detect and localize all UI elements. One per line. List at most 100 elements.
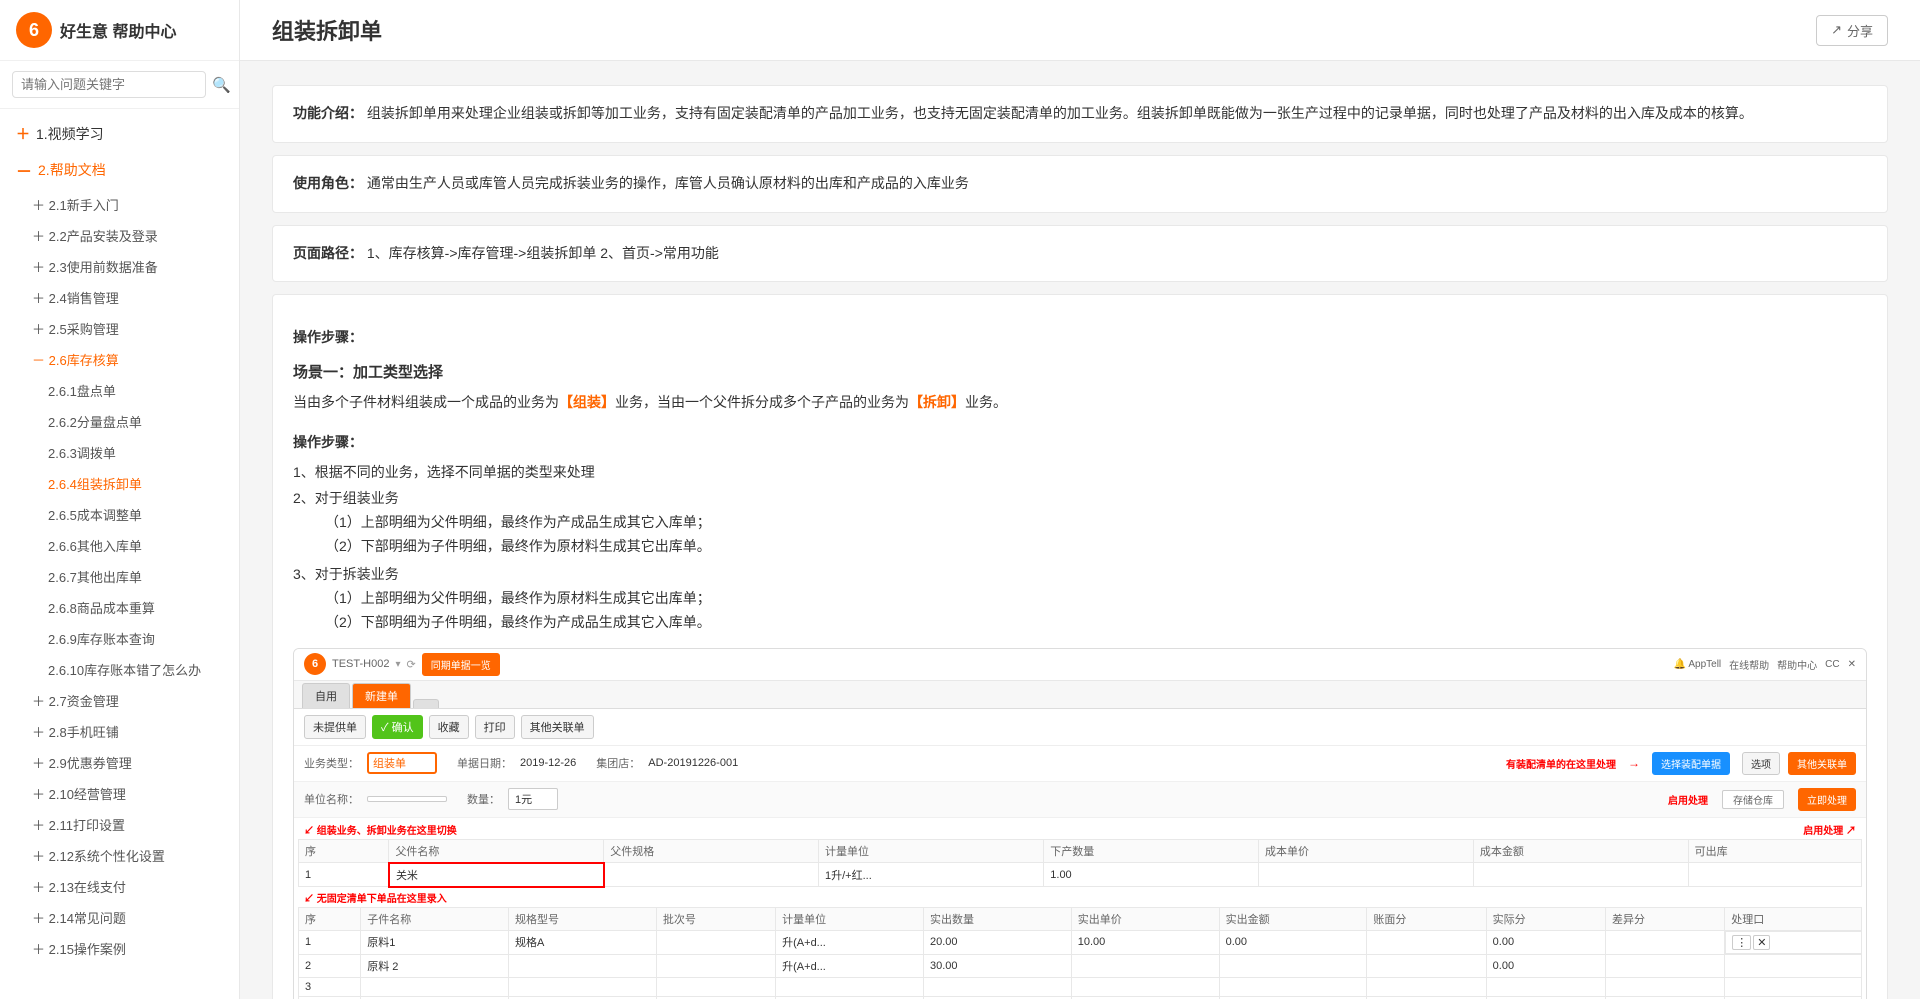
ltd-actual: 0.00 xyxy=(1486,954,1605,977)
search-input[interactable] xyxy=(12,71,206,98)
screenshot-inner: 6 TEST-H002 ▾ ⟳ 同期单据一览 🔔 AppTell 在线帮助 帮助… xyxy=(294,649,1866,999)
sidebar-item-2-7[interactable]: ＋ 2.7资金管理 xyxy=(0,685,239,716)
mock-tab-empty[interactable] xyxy=(413,699,439,708)
sidebar-item-2-3[interactable]: ＋ 2.3使用前数据准备 xyxy=(0,251,239,282)
mock-tab-self[interactable]: 自用 xyxy=(302,683,350,708)
lth-diff: 差异分 xyxy=(1605,907,1724,930)
plus-icon: ＋ xyxy=(32,725,49,740)
scene1-desc: 当由多个子件材料组装成一个成品的业务为【组装】业务，当由一个父件拆分成多个子产品… xyxy=(293,390,1867,415)
table-row: 2 原料 2 升(A+d... 30.00 0.00 xyxy=(299,954,1862,977)
mock-btn-select-bill[interactable]: 选择装配单据 xyxy=(1652,752,1730,775)
plus-icon: ＋ xyxy=(32,198,49,213)
mock-dropdown-arrow: ▾ xyxy=(395,659,400,670)
sidebar-item-2-9[interactable]: ＋ 2.9优惠券管理 xyxy=(0,747,239,778)
sidebar-item-2-2[interactable]: ＋ 2.2产品安装及登录 xyxy=(0,220,239,251)
sidebar-item-2-5[interactable]: ＋ 2.5采购管理 xyxy=(0,313,239,344)
sidebar-item-2-6-10[interactable]: 2.6.10库存账本错了怎么办 xyxy=(0,654,239,685)
mock-close-icon: ✕ xyxy=(1848,659,1856,670)
step2-1: （1）上部明细为父件明细，最终作为产成品生成其它入库单； xyxy=(293,512,1867,532)
mock-btn-confirm2[interactable]: 立即处理 xyxy=(1798,788,1856,811)
td-parent-name-1: 关米 xyxy=(389,863,604,887)
step2-2: （2）下部明细为子件明细，最终作为原材料生成其它出库单。 xyxy=(293,536,1867,556)
mock-btn-save[interactable]: 其他关联单 xyxy=(1788,752,1856,775)
mock-tab-bar: 自用 新建单 xyxy=(294,681,1866,709)
mock-btn-print[interactable]: 打印 xyxy=(475,715,515,739)
nav-group-1: ＋ 1.视频学习 xyxy=(0,117,239,151)
plus-icon: ＋ xyxy=(32,787,49,802)
share-label: 分享 xyxy=(1847,21,1873,40)
nav-group-label-2: 2.帮助文档 xyxy=(38,160,106,180)
mock-toolbar: 未提供单 ✓ 确认 收藏 打印 其他关联单 xyxy=(294,709,1866,746)
search-button[interactable]: 🔍 xyxy=(212,76,231,94)
lth-real-price: 实出单价 xyxy=(1071,907,1219,930)
sidebar-item-2-14[interactable]: ＋ 2.14常见问题 xyxy=(0,902,239,933)
sidebar-item-2-6-5[interactable]: 2.6.5成本调整单 xyxy=(0,499,239,530)
nav-group-2: － 2.帮助文档 ＋ 2.1新手入门 ＋ 2.2产品安装及登录 ＋ 2.3使用前… xyxy=(0,151,239,964)
mock-btn-related[interactable]: 其他关联单 xyxy=(521,715,594,739)
sidebar-item-2-6-3[interactable]: 2.6.3调拨单 xyxy=(0,437,239,468)
sidebar-item-2-6-7[interactable]: 2.6.7其他出库单 xyxy=(0,561,239,592)
mock-btn-provide[interactable]: 未提供单 xyxy=(304,715,366,739)
ltd-book xyxy=(1367,954,1486,977)
mock-sub-val2: 1元 xyxy=(508,788,558,810)
sidebar-item-2-6[interactable]: － 2.6库存核算 xyxy=(0,344,239,375)
sidebar-item-2-12[interactable]: ＋ 2.12系统个性化设置 xyxy=(0,840,239,871)
sidebar-item-2-8[interactable]: ＋ 2.8手机旺铺 xyxy=(0,716,239,747)
step3-1: （1）上部明细为父件明细，最终作为原材料生成其它出库单； xyxy=(293,588,1867,608)
sidebar-item-2-6-6[interactable]: 2.6.6其他入库单 xyxy=(0,530,239,561)
lth-book-diff: 账面分 xyxy=(1367,907,1486,930)
sidebar-item-2-13[interactable]: ＋ 2.13在线支付 xyxy=(0,871,239,902)
step3-2: （2）下部明细为子件明细，最终作为产成品生成其它入库单。 xyxy=(293,612,1867,632)
th-cost-price: 成本单价 xyxy=(1259,839,1474,863)
lth-actual-diff: 实际分 xyxy=(1486,907,1605,930)
ltd-spec: 规格A xyxy=(509,930,657,954)
mock-sync-icon: ⟳ xyxy=(407,658,416,671)
expand-icon-1: ＋ xyxy=(16,124,30,144)
nav-sub-sub-list-2-6: 2.6.1盘点单 2.6.2分量盘点单 2.6.3调拨单 2.6.4组装拆卸单 … xyxy=(0,375,239,685)
ltd-real-price xyxy=(1071,954,1219,977)
td-seq-1: 1 xyxy=(299,863,389,887)
mock-btn-confirm[interactable]: ✓ 确认 xyxy=(372,715,423,739)
mock-period-btn[interactable]: 同期单据一览 xyxy=(422,653,500,676)
mock-online-help: 在线帮助 xyxy=(1729,657,1769,672)
nav-sub-list-2: ＋ 2.1新手入门 ＋ 2.2产品安装及登录 ＋ 2.3使用前数据准备 ＋ 2.… xyxy=(0,189,239,964)
td-unit-1: 1升/+红... xyxy=(819,863,1044,887)
mock-sub-label2: 数量： xyxy=(467,791,500,807)
sidebar-item-2-4[interactable]: ＋ 2.4销售管理 xyxy=(0,282,239,313)
ltd-name: 原料1 xyxy=(361,930,509,954)
mock-cc: CC xyxy=(1825,659,1839,670)
plus-icon: ＋ xyxy=(32,942,49,957)
share-button[interactable]: ↗ 分享 xyxy=(1816,15,1888,46)
plus-icon: ＋ xyxy=(32,849,49,864)
mock-btn-something[interactable]: 选项 xyxy=(1742,752,1780,775)
lth-seq: 序 xyxy=(299,907,361,930)
lth-real-amt: 实出金额 xyxy=(1219,907,1367,930)
step2: 2、对于组装业务 xyxy=(293,488,1867,508)
intro-text: 组装拆卸单用来处理企业组装或拆卸等加工业务，支持有固定装配清单的产品加工业务，也… xyxy=(367,105,1753,121)
role-block: 使用角色： 通常由生产人员或库管人员完成拆装业务的操作，库管人员确认原材料的出库… xyxy=(272,155,1888,213)
nav-group-label-1: 1.视频学习 xyxy=(36,124,104,144)
sidebar-item-2-1[interactable]: ＋ 2.1新手入门 xyxy=(0,189,239,220)
mock-tab-new[interactable]: 新建单 xyxy=(352,683,411,708)
sidebar: 6 好生意 帮助中心 🔍 ＋ 1.视频学习 － 2.帮助文档 ＋ 2.1新手入门 xyxy=(0,0,240,999)
nav-group-header-1[interactable]: ＋ 1.视频学习 xyxy=(0,117,239,151)
sidebar-item-2-6-2[interactable]: 2.6.2分量盘点单 xyxy=(0,406,239,437)
role-label: 使用角色： xyxy=(293,175,363,191)
mock-topbar: 6 TEST-H002 ▾ ⟳ 同期单据一览 🔔 AppTell 在线帮助 帮助… xyxy=(294,649,1866,681)
sidebar-item-2-6-8[interactable]: 2.6.8商品成本重算 xyxy=(0,592,239,623)
sidebar-item-2-6-4[interactable]: 2.6.4组装拆卸单 xyxy=(0,468,239,499)
mock-sub-label1: 单位名称： xyxy=(304,791,359,807)
ops-title: 操作步骤： xyxy=(293,327,1867,347)
sidebar-item-2-6-1[interactable]: 2.6.1盘点单 xyxy=(0,375,239,406)
lth-name: 子件名称 xyxy=(361,907,509,930)
sidebar-item-2-6-9[interactable]: 2.6.9库存账本查询 xyxy=(0,623,239,654)
sidebar-item-2-15[interactable]: ＋ 2.15操作案例 xyxy=(0,933,239,964)
sidebar-item-2-11[interactable]: ＋ 2.11打印设置 xyxy=(0,809,239,840)
mock-val-date: 2019-12-26 xyxy=(520,757,576,769)
mock-upper-table-header: 序 父件名称 父件规格 计量单位 下产数量 成本单价 成本金额 可出库 xyxy=(299,839,1862,863)
th-seq: 序 xyxy=(299,839,389,863)
nav-group-header-2[interactable]: － 2.帮助文档 xyxy=(0,151,239,189)
plus-icon: ＋ xyxy=(32,818,49,833)
mock-btn-collect[interactable]: 收藏 xyxy=(429,715,469,739)
sidebar-item-2-10[interactable]: ＋ 2.10经营管理 xyxy=(0,778,239,809)
